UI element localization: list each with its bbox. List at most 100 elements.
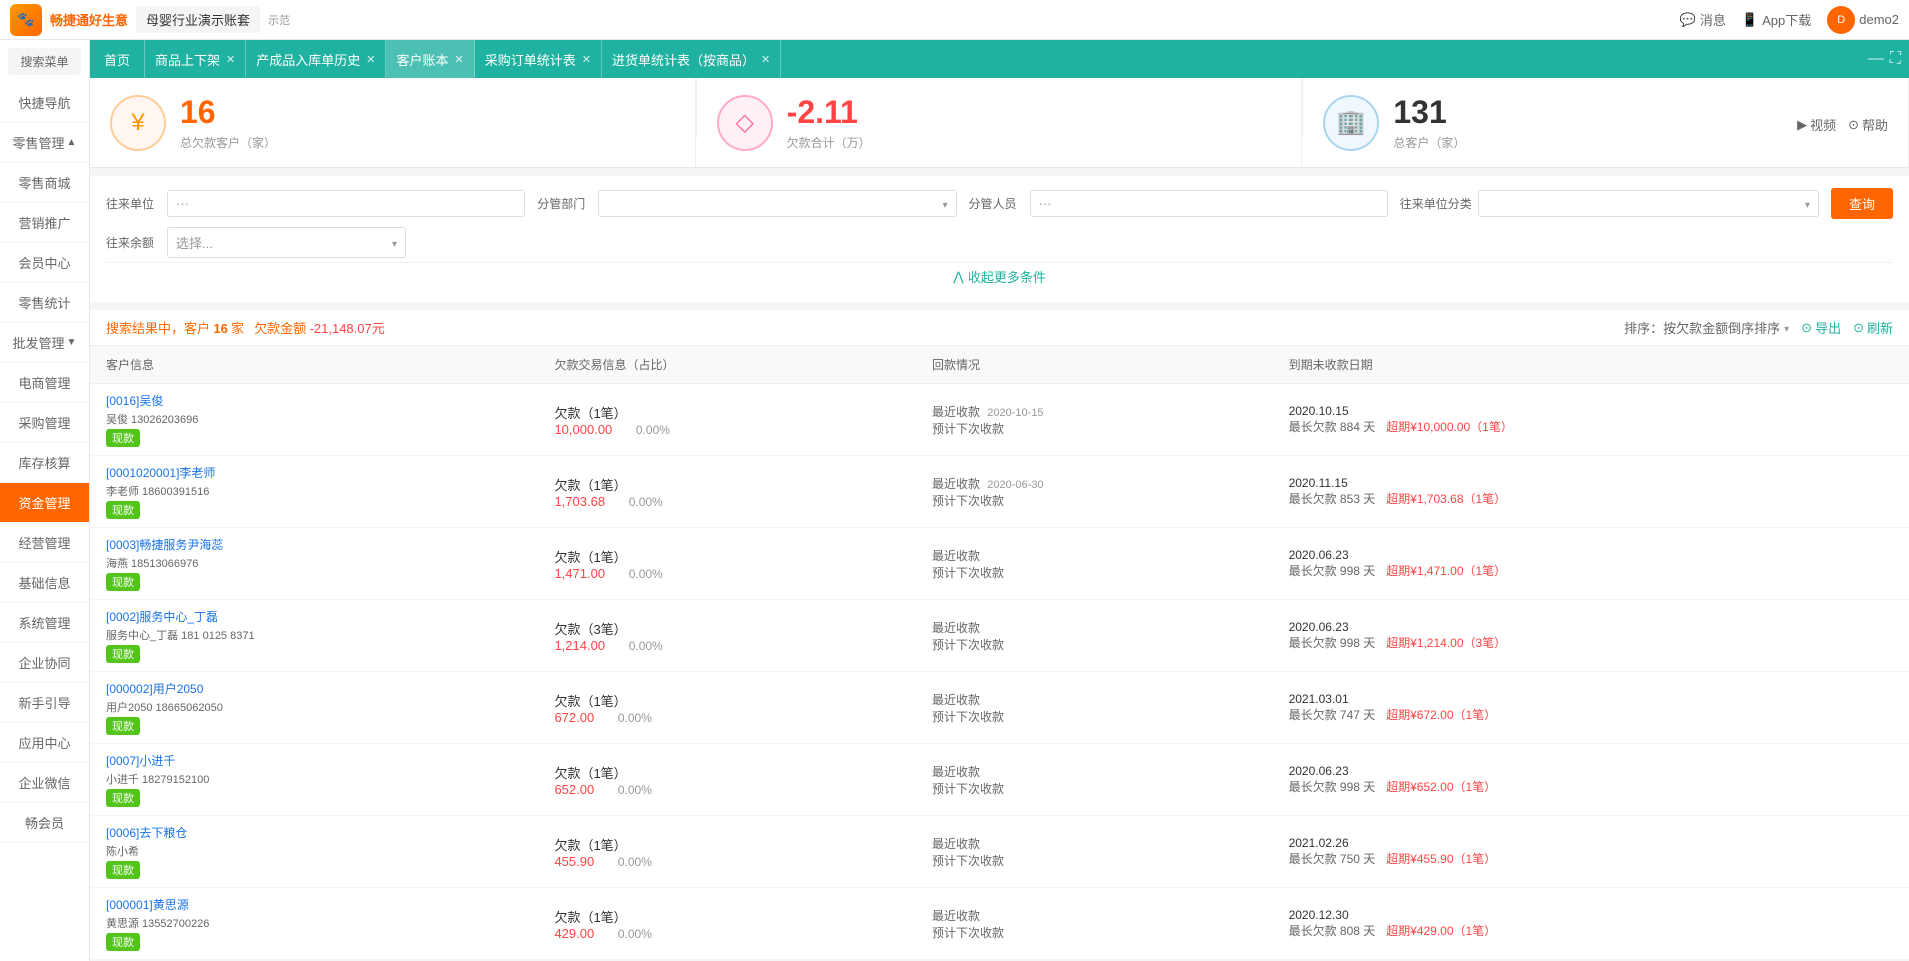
overdue-amount-link[interactable]: 超期¥1,471.00（1笔） (1386, 564, 1506, 578)
search-menu-btn[interactable]: 搜索菜单 (8, 48, 81, 75)
debt-count: 欠款（1笔） (554, 835, 899, 854)
overdue-amount-link[interactable]: 超期¥672.00（1笔） (1386, 708, 1496, 722)
customer-info-cell: [0003]畅捷服务尹海蕊 海燕 18513066976 现款 (90, 528, 538, 600)
sidebar-item-quick-nav[interactable]: 快捷导航 (0, 83, 89, 123)
customer-name[interactable]: [0001020001]李老师 (106, 464, 522, 481)
customer-name[interactable]: [000002]用户2050 (106, 680, 522, 697)
customer-name[interactable]: [0002]服务中心_丁磊 (106, 608, 522, 625)
sidebar-item-enterprise-coop[interactable]: 企业协同 (0, 643, 89, 683)
search-button[interactable]: 查询 (1831, 188, 1893, 219)
recovery-cell: 最近收款 预计下次收款 (916, 888, 1273, 960)
sidebar-item-inventory[interactable]: 库存核算 (0, 443, 89, 483)
overdue-days-amount: 最长欠款 750 天 超期¥455.90（1笔） (1289, 850, 1893, 867)
sidebar-item-enterprise-wechat[interactable]: 企业微信 (0, 763, 89, 803)
nav-prefix: 示范 (268, 12, 290, 28)
sidebar-item-basic-info[interactable]: 基础信息 (0, 563, 89, 603)
overdue-amount-link[interactable]: 超期¥1,214.00（3笔） (1386, 636, 1506, 650)
tab-close-customer-account[interactable]: ✕ (455, 53, 464, 66)
video-help-btn[interactable]: ▶ 视频 (1797, 115, 1836, 134)
sort-btn[interactable]: 排序：按欠款金额倒序排序 (1624, 318, 1789, 337)
stat-debt-amount-info: -2.11 欠款合计（万） (787, 94, 871, 151)
person-input[interactable]: ··· (1030, 190, 1388, 217)
customer-info-cell: [000001]黄思源 黄思源 13552700226 现款 (90, 888, 538, 960)
tab-purchase-stats[interactable]: 采购订单统计表 ✕ (475, 40, 602, 78)
sidebar-item-vip[interactable]: 畅会员 (0, 803, 89, 843)
collapse-filters-btn[interactable]: ⋀ 收起更多条件 (106, 262, 1893, 290)
store-name[interactable]: 母婴行业演示账套 (136, 6, 260, 33)
sidebar-item-retail-stats[interactable]: 零售统计 (0, 283, 89, 323)
tab-close-inbound-stats[interactable]: ✕ (761, 53, 770, 66)
tab-close-products-shelf[interactable]: ✕ (226, 53, 235, 66)
export-btn[interactable]: ⊙ 导出 (1801, 318, 1841, 337)
stat-debt-customers-info: 16 总欠款客户（家） (180, 94, 276, 151)
sidebar-item-system[interactable]: 系统管理 (0, 603, 89, 643)
customer-name[interactable]: [0016]吴俊 (106, 392, 522, 409)
help-btn[interactable]: ⊙ 帮助 (1848, 115, 1888, 134)
debt-info-cell: 欠款（1笔） 429.00 0.00% (538, 888, 915, 960)
sidebar-item-new-guide[interactable]: 新手引导 (0, 683, 89, 723)
last-payment-date: 2020-10-15 (987, 407, 1043, 419)
overdue-amount-link[interactable]: 超期¥1,703.68（1笔） (1386, 492, 1506, 506)
tab-customer-account[interactable]: 客户账本 ✕ (386, 40, 474, 78)
filter-row-2: 往来余额 选择... (106, 227, 1893, 258)
unit-category-select[interactable] (1478, 190, 1819, 217)
customer-phone: 吴俊 13026203696 (106, 411, 522, 427)
debt-amount-summary: -21,148.07元 (310, 321, 385, 336)
last-payment-date: 2020-06-30 (987, 479, 1043, 491)
customer-name[interactable]: [0006]去下粮仓 (106, 824, 522, 841)
main-content: ¥ 16 总欠款客户（家） ◇ -2.11 欠款合计（万） (90, 78, 1909, 961)
sidebar-item-operations[interactable]: 经营管理 (0, 523, 89, 563)
tab-products-shelf[interactable]: 商品上下架 ✕ (145, 40, 246, 78)
tab-close-purchase-stats[interactable]: ✕ (582, 53, 591, 66)
overdue-amount-link[interactable]: 超期¥10,000.00（1笔） (1386, 420, 1513, 434)
last-payment: 最近收款 2020-06-30 (932, 475, 1257, 492)
balance-select[interactable]: 选择... (167, 227, 406, 258)
debt-count: 欠款（1笔） (554, 475, 899, 494)
tab-inbound-stats[interactable]: 进货单统计表（按商品） ✕ (602, 40, 781, 78)
sidebar-item-purchase[interactable]: 采购管理 (0, 403, 89, 443)
dept-select[interactable] (598, 190, 956, 217)
due-date: 2020.06.23 (1289, 620, 1893, 634)
sidebar-item-member[interactable]: 会员中心 (0, 243, 89, 283)
customer-name[interactable]: [0007]小进千 (106, 752, 522, 769)
results-bar: 搜索结果中，客户 16 家 欠款金额 -21,148.07元 排序：按欠款金额倒… (90, 310, 1909, 346)
sidebar-item-batch-mgmt[interactable]: 批发管理 ▼ (0, 323, 89, 363)
fullscreen-btn[interactable]: ⛶ (1890, 50, 1901, 68)
refresh-btn[interactable]: ⊙ 刷新 (1853, 318, 1893, 337)
customer-name[interactable]: [000001]黄思源 (106, 896, 522, 913)
due-date: 2020.12.30 (1289, 908, 1893, 922)
message-label: 消息 (1700, 10, 1726, 29)
user-menu[interactable]: D demo2 (1827, 6, 1899, 34)
sidebar-item-retail-mall[interactable]: 零售商城 (0, 163, 89, 203)
app-download-btn[interactable]: 📱 App下载 (1742, 10, 1811, 29)
sidebar-item-app-center[interactable]: 应用中心 (0, 723, 89, 763)
sidebar-item-retail-mgmt[interactable]: 零售管理 ▲ (0, 123, 89, 163)
table-row: [0006]去下粮仓 陈小希 现款 欠款（1笔） 455.90 0.00% 最近… (90, 816, 1909, 888)
sidebar-item-marketing[interactable]: 营销推广 (0, 203, 89, 243)
debt-customers-icon: ¥ (110, 95, 166, 151)
tab-product-history[interactable]: 产成品入库单历史 ✕ (246, 40, 386, 78)
sidebar-item-ecommerce[interactable]: 电商管理 (0, 363, 89, 403)
overdue-amount-link[interactable]: 超期¥455.90（1笔） (1386, 852, 1496, 866)
source-unit-input[interactable]: ··· (167, 190, 525, 217)
overdue-amount-link[interactable]: 超期¥652.00（1笔） (1386, 780, 1496, 794)
overdue-amount-link[interactable]: 超期¥429.00（1笔） (1386, 924, 1496, 938)
customer-name[interactable]: [0003]畅捷服务尹海蕊 (106, 536, 522, 553)
results-summary: 搜索结果中，客户 16 家 欠款金额 -21,148.07元 (106, 318, 385, 337)
total-customers-label: 总客户（家） (1393, 134, 1465, 151)
message-btn[interactable]: 💬 消息 (1680, 10, 1726, 29)
sidebar-item-finance[interactable]: 资金管理 (0, 483, 89, 523)
last-payment: 最近收款 2020-10-15 (932, 403, 1257, 420)
help-icon: ⊙ (1848, 117, 1859, 133)
tab-close-product-history[interactable]: ✕ (366, 53, 375, 66)
stat-total-customers: 🏢 131 总客户（家） ▶ 视频 ⊙ 帮助 (1303, 78, 1909, 167)
debt-amount: 1,471.00 0.00% (554, 566, 899, 581)
tab-home[interactable]: 首页 (90, 40, 145, 78)
dept-chevron (942, 196, 947, 211)
customer-phone: 陈小希 (106, 843, 522, 859)
customer-phone: 海燕 18513066976 (106, 555, 522, 571)
next-payment: 预计下次收款 (932, 852, 1257, 869)
due-date: 2020.10.15 (1289, 404, 1893, 418)
balance-chevron (392, 235, 397, 250)
minimize-btn[interactable]: — (1868, 50, 1884, 68)
